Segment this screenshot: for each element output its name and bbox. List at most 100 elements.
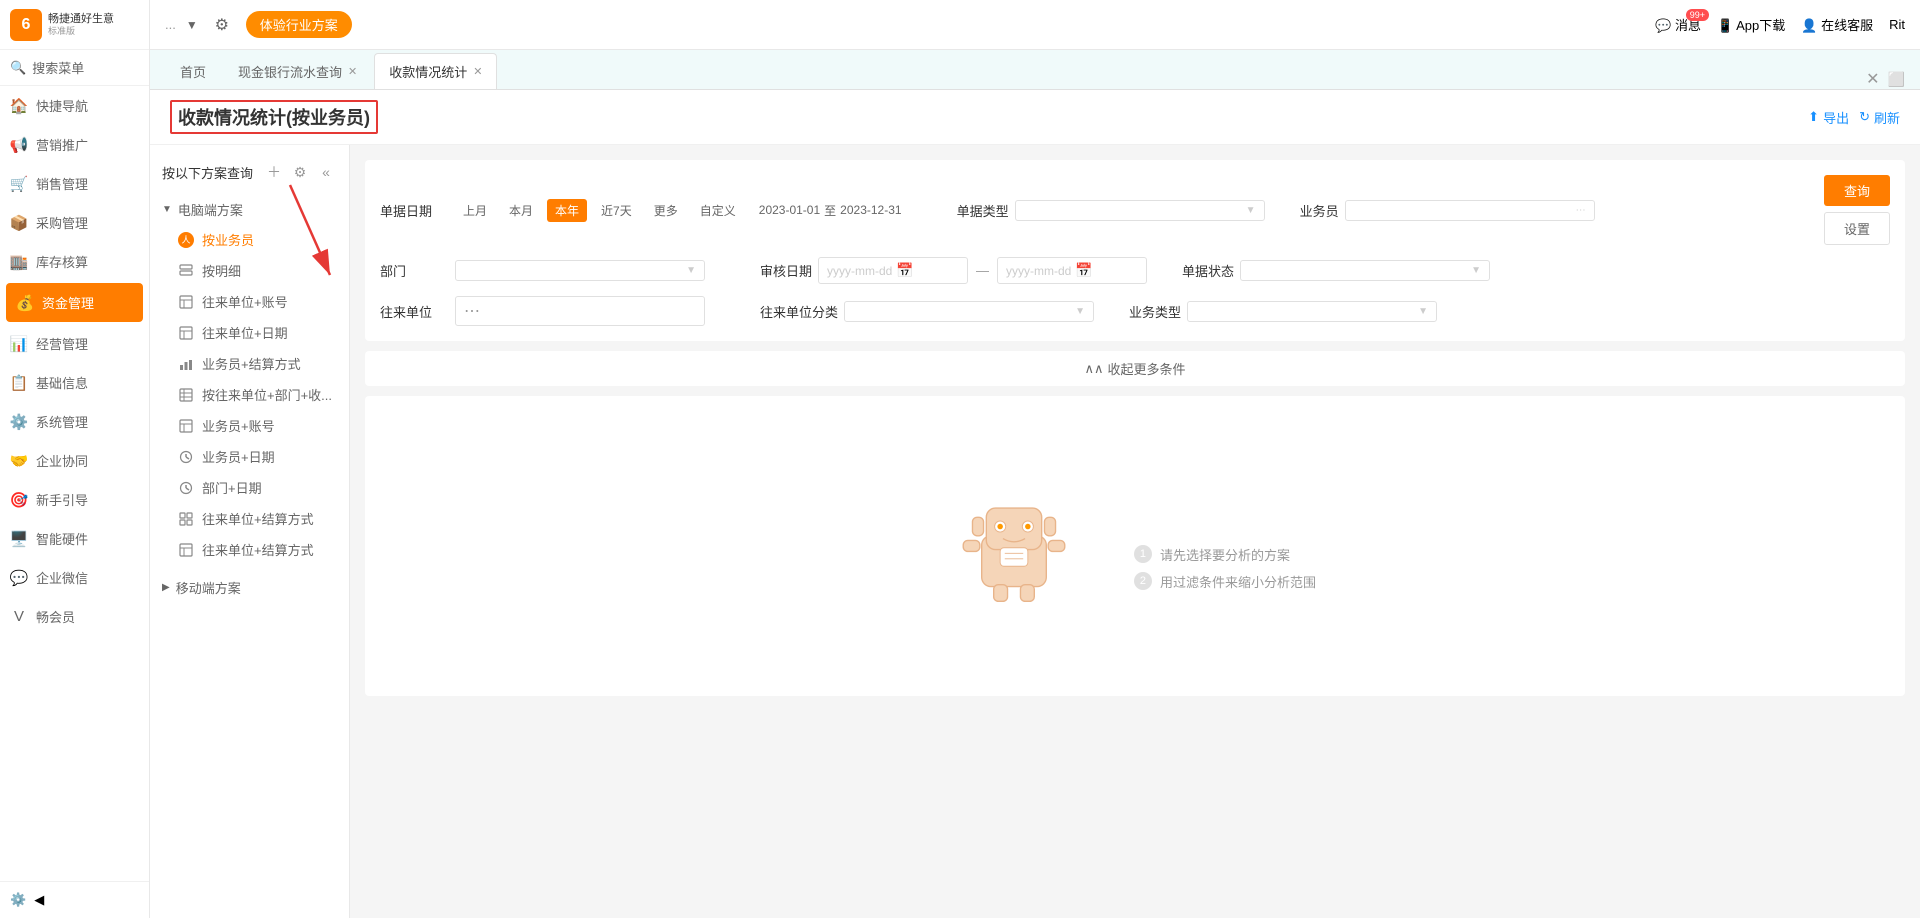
messages-btn[interactable]: 💬 99+ 消息 — [1655, 15, 1701, 34]
section-desktop-arrow: ▼ — [162, 204, 172, 215]
tab-collection-stats[interactable]: 收款情况统计 ✕ — [374, 53, 497, 89]
search-menu-item[interactable]: 🔍 搜索菜单 — [0, 50, 149, 86]
panel-gear-btn[interactable]: ⚙ — [289, 161, 311, 183]
system-icon: ⚙️ — [10, 413, 28, 431]
online-service-btn[interactable]: 👤 在线客服 — [1801, 15, 1873, 34]
doc-type-label: 单据类型 — [957, 201, 1009, 220]
partner-account-icon — [178, 294, 194, 310]
scheme-btn[interactable]: 体验行业方案 — [246, 11, 352, 38]
logo-badge: 标准版 — [48, 26, 114, 38]
sidebar-item-inventory[interactable]: 🏬 库存核算 — [0, 242, 149, 281]
app-download-btn[interactable]: 📱 App下载 — [1717, 15, 1785, 34]
date-btn-this-year[interactable]: 本年 — [547, 199, 587, 222]
panel-item-partner-settlement1[interactable]: 往来单位+结算方式 — [150, 503, 349, 534]
panel-item-dept-date[interactable]: 部门+日期 — [150, 472, 349, 503]
collapse-sidebar-icon[interactable]: ◀ — [34, 892, 44, 908]
date-from: 2023-01-01 — [759, 203, 820, 217]
review-date-from[interactable]: yyyy-mm-dd 📅 — [818, 257, 968, 284]
settings-btn[interactable]: 设置 — [1824, 212, 1890, 245]
filter-section: 单据日期 上月 本月 本年 近7天 更多 自定义 2023-01-01 至 20… — [365, 160, 1905, 341]
panel-item-partner-dept[interactable]: 按往来单位+部门+收... — [150, 379, 349, 410]
collapse-icon: ∧∧ — [1084, 361, 1103, 377]
sidebar-item-quicknav[interactable]: 🏠 快捷导航 — [0, 86, 149, 125]
panel-item-partner-date[interactable]: 往来单位+日期 — [150, 317, 349, 348]
salesperson-select[interactable]: ⋯ — [1345, 200, 1595, 221]
sidebar-item-enterprise[interactable]: 🤝 企业协同 — [0, 441, 149, 480]
tab-bank-flow-close[interactable]: ✕ — [348, 65, 357, 78]
enterprise-icon: 🤝 — [10, 452, 28, 470]
right-btns: 查询 设置 — [1824, 175, 1890, 245]
content-area: 按以下方案查询 ＋ ⚙ « — [150, 145, 1920, 918]
sidebar-item-finance[interactable]: 💰 资金管理 — [6, 283, 143, 322]
section-mobile-title: 移动端方案 — [176, 578, 241, 597]
sidebar-item-wechat[interactable]: 💬 企业微信 — [0, 558, 149, 597]
settings-footer-icon[interactable]: ⚙️ — [10, 892, 26, 908]
partner-category-select[interactable]: ▼ — [844, 301, 1094, 322]
table-grid-icon — [178, 387, 194, 403]
page-actions: ⬆ 导出 ↻ 刷新 — [1808, 108, 1900, 127]
clock-icon — [178, 449, 194, 465]
date-btn-7days[interactable]: 近7天 — [593, 199, 640, 222]
service-icon: 👤 — [1801, 18, 1817, 33]
empty-robot — [954, 485, 1074, 608]
panel-icons: ＋ ⚙ « — [263, 161, 337, 183]
tab-collection-stats-close[interactable]: ✕ — [473, 65, 482, 78]
sidebar-item-marketing[interactable]: 📢 营销推广 — [0, 125, 149, 164]
partner-dots[interactable]: ⋯ — [464, 301, 480, 321]
sidebar-item-sales[interactable]: 🛒 销售管理 — [0, 164, 149, 203]
date-btn-last-month[interactable]: 上月 — [455, 199, 495, 222]
panel-item-by-salesperson[interactable]: 人 按业务员 — [150, 224, 349, 255]
filter-row-3: 往来单位 ⋯ 往来单位分类 ▼ 业务类型 — [380, 296, 1890, 326]
date-btn-more[interactable]: 更多 — [646, 199, 686, 222]
panel-collapse-btn[interactable]: « — [315, 161, 337, 183]
topbar-dropdown[interactable]: ▼ — [186, 18, 198, 32]
close-window-icon[interactable]: ✕ — [1866, 69, 1879, 89]
sidebar-item-operations[interactable]: 📊 经营管理 — [0, 324, 149, 363]
topbar-right: 💬 99+ 消息 📱 App下载 👤 在线客服 Rit — [1655, 15, 1905, 34]
date-btn-custom[interactable]: 自定义 — [692, 199, 744, 222]
export-btn[interactable]: ⬆ 导出 — [1808, 108, 1849, 127]
biz-type-label: 业务类型 — [1129, 302, 1181, 321]
tab-bank-flow[interactable]: 现金银行流水查询 ✕ — [223, 53, 372, 89]
biz-type-select[interactable]: ▼ — [1187, 301, 1437, 322]
sidebar-item-system[interactable]: ⚙️ 系统管理 — [0, 402, 149, 441]
dept-select[interactable]: ▼ — [455, 260, 705, 281]
panel-item-salesperson-date[interactable]: 业务员+日期 — [150, 441, 349, 472]
sidebar-item-member[interactable]: V 畅会员 — [0, 597, 149, 636]
panel-add-btn[interactable]: ＋ — [263, 161, 285, 183]
detail-icon — [178, 263, 194, 279]
partner-select[interactable]: ⋯ — [455, 296, 705, 326]
table2-icon — [178, 418, 194, 434]
user-name[interactable]: Rit — [1889, 17, 1905, 32]
tab-bank-flow-label: 现金银行流水查询 — [238, 62, 342, 81]
main-content: ... ▼ ⚙ 体验行业方案 💬 99+ 消息 📱 App下载 👤 在线客服 R… — [150, 0, 1920, 918]
sidebar-item-hardware[interactable]: 🖥️ 智能硬件 — [0, 519, 149, 558]
search-icon: 🔍 — [10, 60, 26, 76]
salesperson-label: 业务员 — [1300, 201, 1339, 220]
grid3-icon — [178, 511, 194, 527]
query-btn[interactable]: 查询 — [1824, 175, 1890, 206]
panel-item-salesperson-payment[interactable]: 业务员+结算方式 — [150, 348, 349, 379]
sidebar-item-guide[interactable]: 🎯 新手引导 — [0, 480, 149, 519]
tab-home[interactable]: 首页 — [165, 53, 221, 89]
tab-bar: 首页 现金银行流水查询 ✕ 收款情况统计 ✕ ✕ ⬜ — [150, 50, 1920, 90]
topbar-gear-icon[interactable]: ⚙ — [208, 11, 236, 39]
refresh-btn[interactable]: ↻ 刷新 — [1859, 108, 1900, 127]
review-date-to[interactable]: yyyy-mm-dd 📅 — [997, 257, 1147, 284]
warehouse-icon: 🏬 — [10, 253, 28, 271]
sidebar-item-basic[interactable]: 📋 基础信息 — [0, 363, 149, 402]
section-desktop[interactable]: ▼ 电脑端方案 — [150, 195, 349, 224]
message-icon: 💬 — [1655, 18, 1671, 33]
date-btn-this-month[interactable]: 本月 — [501, 199, 541, 222]
doc-type-select[interactable]: ▼ — [1015, 200, 1265, 221]
maximize-icon[interactable]: ⬜ — [1888, 71, 1905, 88]
doc-status-select[interactable]: ▼ — [1240, 260, 1490, 281]
panel-item-partner-account[interactable]: 往来单位+账号 — [150, 286, 349, 317]
section-mobile[interactable]: ▶ 移动端方案 — [150, 573, 349, 602]
panel-item-partner-settlement2[interactable]: 往来单位+结算方式 — [150, 534, 349, 565]
panel-item-by-detail[interactable]: 按明细 — [150, 255, 349, 286]
panel-item-salesperson-account[interactable]: 业务员+账号 — [150, 410, 349, 441]
collapse-filter-btn[interactable]: ∧∧ 收起更多条件 — [365, 351, 1905, 386]
sidebar-item-purchase[interactable]: 📦 采购管理 — [0, 203, 149, 242]
tab-home-label: 首页 — [180, 62, 206, 81]
